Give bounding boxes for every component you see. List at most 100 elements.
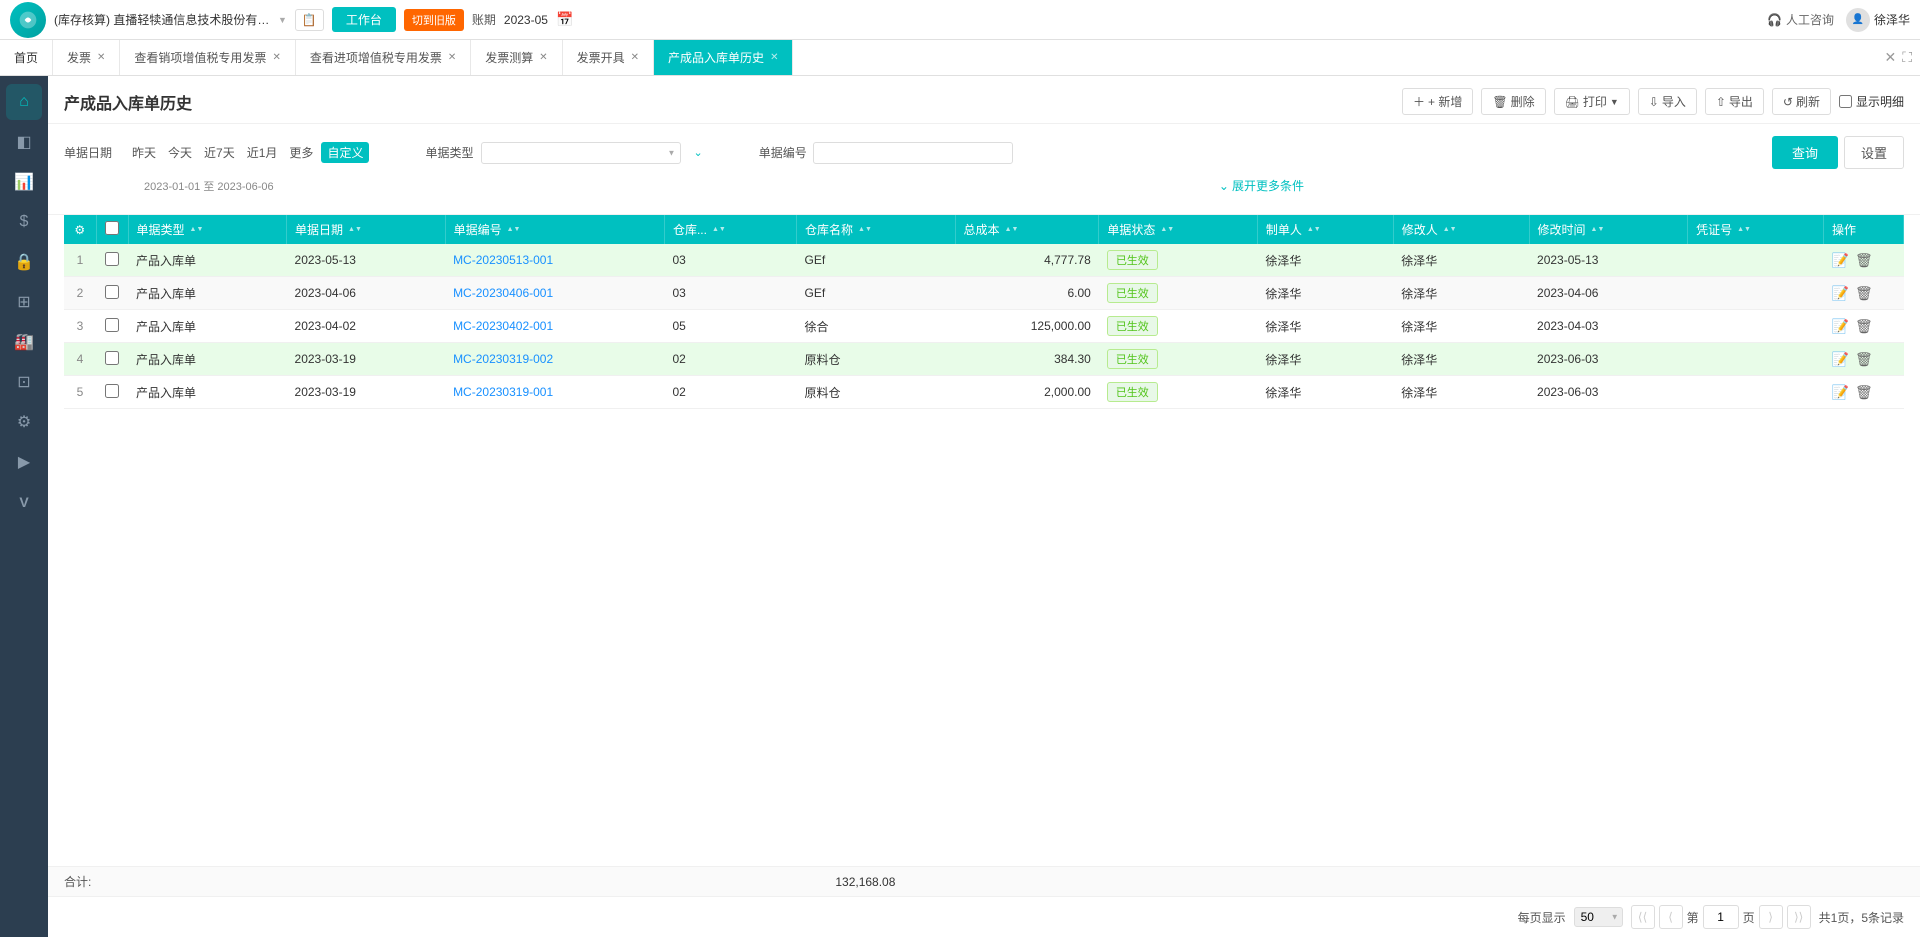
tab-purchase-vat-close[interactable]: ✕ [448,52,456,63]
row-edit-icon[interactable]: 📝 [1832,318,1849,335]
gear-column-header[interactable]: ⚙ [64,215,96,244]
company-selector[interactable]: (库存核算) 直播轻犊通信息技术股份有限... ▼ [54,11,287,28]
shortcut-1month[interactable]: 近1月 [243,142,282,163]
row-number[interactable]: MC-20230402-001 [445,310,664,343]
tab-purchase-vat[interactable]: 查看进项增值税专用发票 ✕ [296,40,471,76]
tab-maximize[interactable]: ⛶ [1902,49,1912,66]
sidebar-item-settings[interactable]: ⚙ [6,404,42,440]
date-sort[interactable]: ▲▼ [348,226,362,233]
modifier-column-header[interactable]: 修改人▲▼ [1393,215,1529,244]
row-edit-icon[interactable]: 📝 [1832,384,1849,401]
shortcut-custom[interactable]: 自定义 [321,142,369,163]
creator-column-header[interactable]: 制单人▲▼ [1257,215,1393,244]
row-checkbox[interactable] [96,343,128,376]
tab-invoice-issue-close[interactable]: ✕ [631,52,639,63]
row-delete-icon[interactable]: 🗑 [1855,285,1873,302]
sidebar-item-grid[interactable]: ⊞ [6,284,42,320]
row-select-checkbox[interactable] [105,252,119,266]
show-detail-checkbox-wrap[interactable]: 显示明细 [1839,93,1904,110]
voucher-column-header[interactable]: 凭证号▲▼ [1688,215,1824,244]
modify-time-column-header[interactable]: 修改时间▲▼ [1529,215,1688,244]
row-number-link[interactable]: MC-20230319-001 [453,385,553,399]
modifier-sort[interactable]: ▲▼ [1443,226,1457,233]
select-all-checkbox[interactable] [105,221,119,235]
query-button[interactable]: 查询 [1772,136,1838,169]
row-checkbox[interactable] [96,244,128,277]
row-delete-icon[interactable]: 🗑 [1855,252,1873,269]
row-checkbox[interactable] [96,277,128,310]
status-sort[interactable]: ▲▼ [1160,226,1174,233]
row-delete-icon[interactable]: 🗑 [1855,318,1873,335]
first-page-btn[interactable]: ⟨⟨ [1631,905,1655,929]
type-sort[interactable]: ▲▼ [190,226,204,233]
wh-name-column-header[interactable]: 仓库名称▲▼ [797,215,956,244]
wh-code-column-header[interactable]: 仓库...▲▼ [664,215,796,244]
row-number-link[interactable]: MC-20230406-001 [453,286,553,300]
expand-conditions-btn[interactable]: ⌄ 展开更多条件 [1219,177,1304,194]
tab-invoice-calc-close[interactable]: ✕ [539,52,547,63]
voucher-sort[interactable]: ▲▼ [1737,226,1751,233]
wh-code-sort[interactable]: ▲▼ [712,226,726,233]
refresh-button[interactable]: ↺ 刷新 [1772,88,1831,115]
import-button[interactable]: ⇩ 导入 [1638,88,1697,115]
tab-close-all[interactable]: ✕ [1884,49,1896,66]
print-button[interactable]: 🖨 打印 ▼ [1554,88,1630,115]
column-settings-icon[interactable]: ⚙ [74,223,85,237]
prev-page-btn[interactable]: ⟨ [1659,905,1683,929]
page-number-input[interactable] [1703,905,1739,929]
tab-sales-vat-close[interactable]: ✕ [272,52,280,63]
last-page-btn[interactable]: ⟩⟩ [1787,905,1811,929]
shortcut-7days[interactable]: 近7天 [200,142,239,163]
sidebar-item-chart[interactable]: 📊 [6,164,42,200]
delete-button[interactable]: 🗑 删除 [1481,88,1545,115]
row-number[interactable]: MC-20230319-002 [445,343,664,376]
tab-invoice[interactable]: 发票 ✕ [53,40,120,76]
tab-sales-vat[interactable]: 查看销项增值税专用发票 ✕ [120,40,295,76]
type-filter-expand[interactable]: ⌄ [693,146,702,159]
user-info[interactable]: 👤 徐泽华 [1846,8,1910,32]
sidebar-item-home[interactable]: ⌂ [6,84,42,120]
tab-invoice-calc[interactable]: 发票测算 ✕ [471,40,562,76]
setting-button[interactable]: 设置 [1844,136,1904,169]
page-size-select[interactable]: 50 20 100 [1574,907,1623,927]
wh-name-sort[interactable]: ▲▼ [858,226,872,233]
tab-stock-history-close[interactable]: ✕ [770,52,778,63]
tab-home[interactable]: 首页 [0,40,53,76]
row-checkbox[interactable] [96,310,128,343]
row-checkbox[interactable] [96,376,128,409]
row-number[interactable]: MC-20230319-001 [445,376,664,409]
number-column-header[interactable]: 单据编号▲▼ [445,215,664,244]
row-number-link[interactable]: MC-20230513-001 [453,253,553,267]
next-page-btn[interactable]: ⟩ [1759,905,1783,929]
service-button[interactable]: 🎧 人工咨询 [1767,11,1834,28]
type-column-header[interactable]: 单据类型▲▼ [128,215,287,244]
row-select-checkbox[interactable] [105,384,119,398]
date-column-header[interactable]: 单据日期▲▼ [287,215,446,244]
row-select-checkbox[interactable] [105,285,119,299]
row-delete-icon[interactable]: 🗑 [1855,351,1873,368]
sidebar-item-warehouse[interactable]: 🏭 [6,324,42,360]
number-sort[interactable]: ▲▼ [507,226,521,233]
doc-icon-btn[interactable]: 📋 [295,9,324,31]
sidebar-item-play[interactable]: ▶ [6,444,42,480]
number-input[interactable] [813,142,1013,164]
row-number[interactable]: MC-20230513-001 [445,244,664,277]
row-select-checkbox[interactable] [105,318,119,332]
checkbox-column-header[interactable] [96,215,128,244]
modify-time-sort[interactable]: ▲▼ [1591,226,1605,233]
tab-invoice-issue[interactable]: 发票开具 ✕ [563,40,654,76]
sidebar-item-truck[interactable]: ⊡ [6,364,42,400]
row-number-link[interactable]: MC-20230402-001 [453,319,553,333]
row-edit-icon[interactable]: 📝 [1832,285,1849,302]
switch-version-button[interactable]: 切到旧版 [404,9,464,31]
row-edit-icon[interactable]: 📝 [1832,351,1849,368]
row-delete-icon[interactable]: 🗑 [1855,384,1873,401]
new-button[interactable]: ＋ + 新增 [1402,88,1473,115]
status-column-header[interactable]: 单据状态▲▼ [1099,215,1258,244]
creator-sort[interactable]: ▲▼ [1307,226,1321,233]
row-number-link[interactable]: MC-20230319-002 [453,352,553,366]
sidebar-item-v[interactable]: V [6,484,42,520]
export-button[interactable]: ⇧ 导出 [1705,88,1764,115]
calendar-icon[interactable]: 📅 [556,11,573,28]
shortcut-yesterday[interactable]: 昨天 [128,142,160,163]
